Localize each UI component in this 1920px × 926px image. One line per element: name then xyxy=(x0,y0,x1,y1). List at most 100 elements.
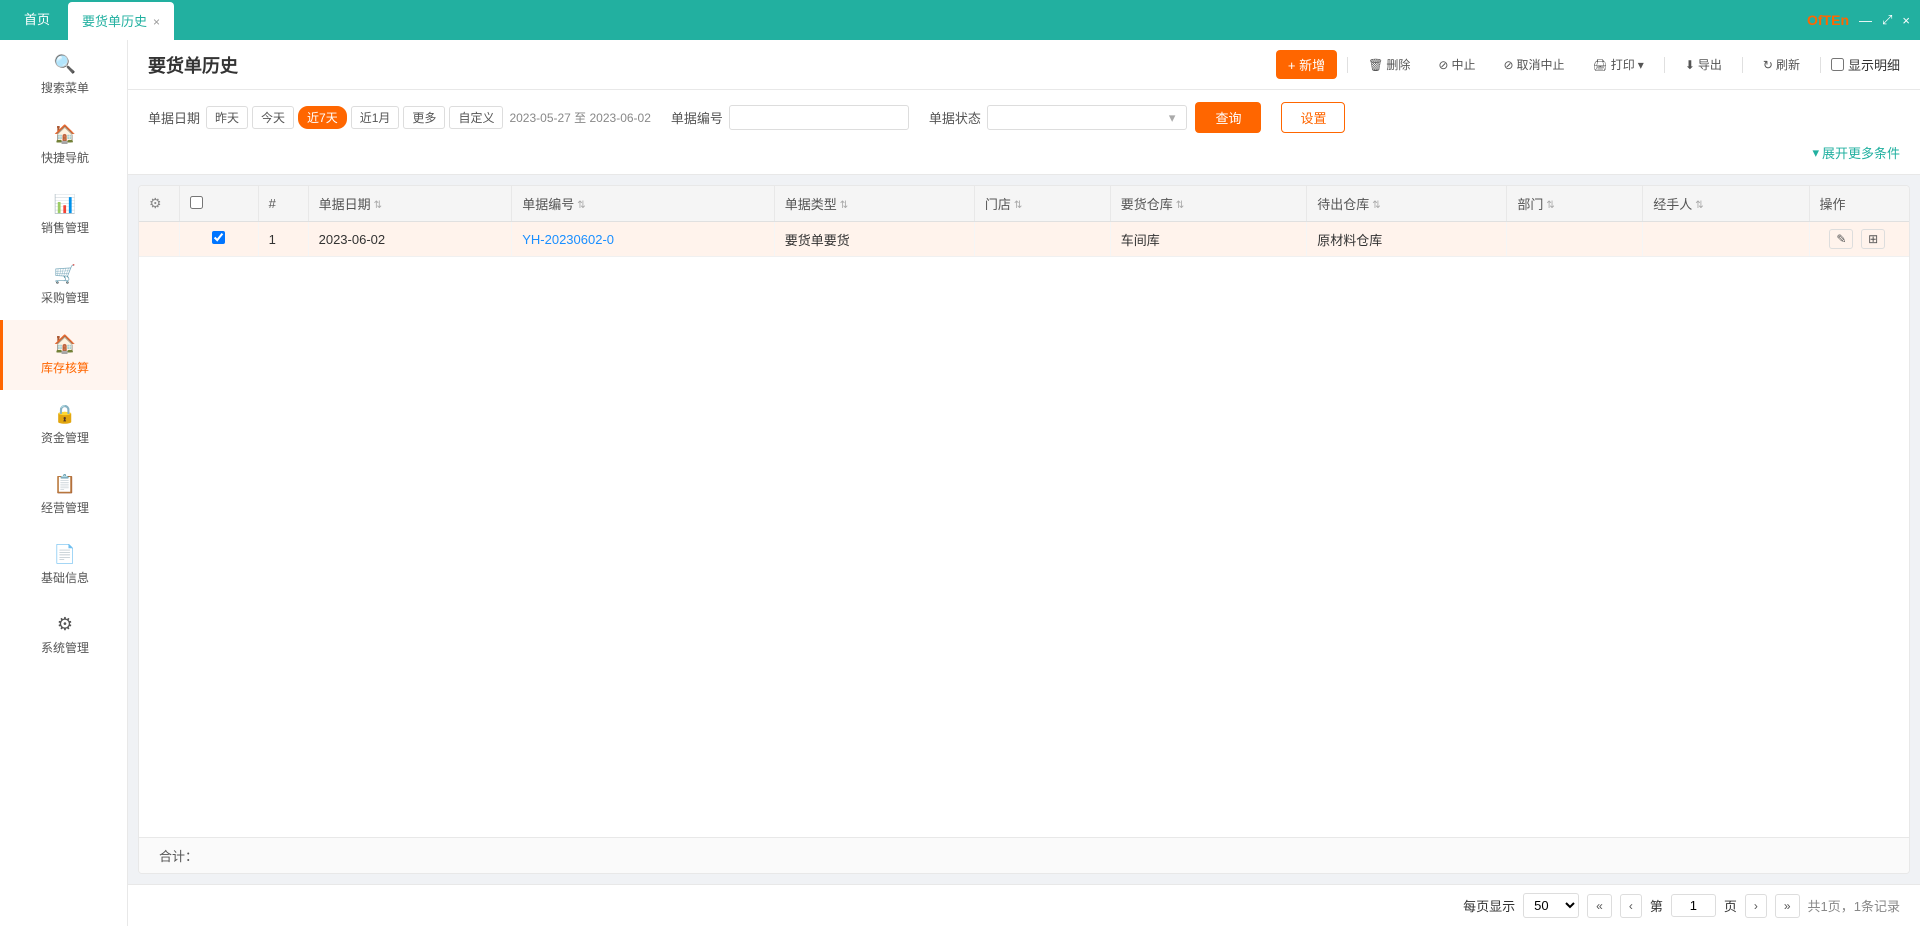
window-minimize-icon[interactable]: — xyxy=(1859,13,1872,28)
sidebar-item-finance-mgmt[interactable]: 🔒 资金管理 xyxy=(0,390,127,460)
sidebar-item-sales-mgmt[interactable]: 📊 销售管理 xyxy=(0,180,127,250)
show-detail-checkbox[interactable] xyxy=(1831,58,1844,71)
th-req-warehouse[interactable]: 要货仓库⇅ xyxy=(1110,186,1306,222)
inventory-accounting-icon: 🏠 xyxy=(54,334,76,355)
row-req-warehouse-cell: 车间库 xyxy=(1110,222,1306,257)
row-checkbox[interactable] xyxy=(212,231,225,244)
purchase-mgmt-icon: 🛒 xyxy=(54,264,76,285)
doc-status-filter-item: 单据状态 ▾ xyxy=(929,105,1176,130)
date-btn-last1month[interactable]: 近1月 xyxy=(351,106,400,129)
date-btn-custom[interactable]: 自定义 xyxy=(449,106,503,129)
summary-label: 合计： xyxy=(159,846,198,865)
sort-pending-warehouse-icon: ⇅ xyxy=(1372,200,1380,211)
expand-more-button[interactable]: ▾ 展开更多条件 xyxy=(1812,143,1900,162)
query-button[interactable]: 查询 xyxy=(1195,102,1261,133)
divider-4 xyxy=(1820,57,1821,73)
row-handler-cell xyxy=(1643,222,1809,257)
tab-home[interactable]: 首页 xyxy=(10,0,64,40)
total-info: 共1页，1条记录 xyxy=(1808,896,1900,915)
cancel-stop-icon: ⊘ xyxy=(1503,58,1513,72)
table-footer-summary: 合计： xyxy=(139,837,1909,873)
per-page-select[interactable]: 50 20 100 xyxy=(1523,893,1579,918)
sort-doc-number-icon: ⇅ xyxy=(577,200,585,211)
table-container: # 单据日期⇅ 单据编号⇅ 单据类型⇅ 门店⇅ 要货仓库⇅ 待出仓库⇅ 部门⇅ … xyxy=(138,185,1910,874)
row-pending-warehouse-cell: 原材料仓库 xyxy=(1307,222,1507,257)
print-button[interactable]: 🖨 打印 ▾ xyxy=(1583,51,1654,78)
th-store[interactable]: 门店⇅ xyxy=(974,186,1110,222)
print-icon: 🖨 xyxy=(1593,58,1608,72)
chevron-down-icon: ▾ xyxy=(1812,145,1819,161)
date-btn-yesterday[interactable]: 昨天 xyxy=(206,106,248,129)
new-button[interactable]: + 新增 xyxy=(1276,50,1337,79)
last-page-button[interactable]: » xyxy=(1775,894,1800,918)
row-store-cell xyxy=(974,222,1110,257)
window-restore-icon[interactable]: ⤢ xyxy=(1882,12,1892,28)
prev-page-button[interactable]: ‹ xyxy=(1620,894,1642,918)
row-doc-number-link[interactable]: YH-20230602-0 xyxy=(522,232,614,247)
window-close-icon[interactable]: × xyxy=(1902,13,1910,28)
sidebar-item-inventory-accounting[interactable]: 🏠 库存核算 xyxy=(0,320,127,390)
sort-req-warehouse-icon: ⇅ xyxy=(1176,200,1184,211)
sales-mgmt-icon: 📊 xyxy=(54,194,76,215)
current-page-input[interactable] xyxy=(1671,894,1716,917)
settings-button[interactable]: 设置 xyxy=(1281,102,1345,133)
row-doc-type-cell: 要货单要货 xyxy=(774,222,974,257)
tab-purchase-history[interactable]: 要货单历史 × xyxy=(68,2,174,42)
doc-number-label: 单据编号 xyxy=(671,108,723,127)
pagination-bar: 每页显示 50 20 100 « ‹ 第 页 › » 共1页，1条记录 xyxy=(128,884,1920,926)
delete-label: 删除 xyxy=(1386,56,1410,73)
th-pending-warehouse[interactable]: 待出仓库⇅ xyxy=(1307,186,1507,222)
row-department-cell xyxy=(1507,222,1643,257)
export-button[interactable]: ⬇ 导出 xyxy=(1675,51,1732,78)
th-doc-type[interactable]: 单据类型⇅ xyxy=(774,186,974,222)
doc-number-input[interactable] xyxy=(729,105,909,130)
refresh-icon: ↻ xyxy=(1763,58,1773,72)
stop-button[interactable]: ⊘ 中止 xyxy=(1428,51,1485,78)
table-row: 1 2023-06-02 YH-20230602-0 要货单要货 车间库 原材料… xyxy=(139,222,1909,257)
date-range-buttons: 昨天 今天 近7天 近1月 更多 自定义 xyxy=(206,106,503,129)
header-actions: + 新增 🗑 删除 ⊘ 中止 ⊘ 取消中止 🖨 打印 ▾ xyxy=(1276,50,1900,79)
th-doc-date[interactable]: 单据日期⇅ xyxy=(308,186,512,222)
date-filter-item: 单据日期 昨天 今天 近7天 近1月 更多 自定义 2023-05-27 至 2… xyxy=(148,106,651,129)
date-btn-last7days[interactable]: 近7天 xyxy=(298,106,347,129)
doc-status-input[interactable] xyxy=(987,105,1187,130)
divider-3 xyxy=(1742,57,1743,73)
sidebar-item-operations-mgmt[interactable]: 📋 经营管理 xyxy=(0,460,127,530)
tab-close-icon[interactable]: × xyxy=(153,2,160,42)
row-settings-cell xyxy=(139,222,179,257)
data-table: # 单据日期⇅ 单据编号⇅ 单据类型⇅ 门店⇅ 要货仓库⇅ 待出仓库⇅ 部门⇅ … xyxy=(139,186,1909,257)
sidebar-item-quick-nav[interactable]: 🏠 快捷导航 xyxy=(0,110,127,180)
sidebar-item-purchase-mgmt[interactable]: 🛒 采购管理 xyxy=(0,250,127,320)
th-doc-number[interactable]: 单据编号⇅ xyxy=(512,186,774,222)
th-settings[interactable] xyxy=(139,186,179,222)
row-detail-button[interactable]: ⊞ xyxy=(1861,229,1885,249)
doc-status-dropdown-icon[interactable]: ▾ xyxy=(1169,110,1176,126)
sort-doc-date-icon: ⇅ xyxy=(374,200,382,211)
th-actions: 操作 xyxy=(1809,186,1909,222)
th-num: # xyxy=(258,186,308,222)
th-handler[interactable]: 经手人⇅ xyxy=(1643,186,1809,222)
select-all-checkbox[interactable] xyxy=(190,196,203,209)
row-edit-button[interactable]: ✎ xyxy=(1829,229,1853,249)
delete-button[interactable]: 🗑 删除 xyxy=(1358,51,1420,78)
export-label: 导出 xyxy=(1698,56,1722,73)
next-page-button[interactable]: › xyxy=(1745,894,1767,918)
cancel-stop-label: 取消中止 xyxy=(1517,56,1565,73)
cancel-stop-button[interactable]: ⊘ 取消中止 xyxy=(1493,51,1574,78)
page-suffix: 页 xyxy=(1724,896,1737,915)
sidebar: 🔍 搜索菜单 🏠 快捷导航 📊 销售管理 🛒 采购管理 🏠 库存核算 🔒 资金管… xyxy=(0,40,128,926)
divider-2 xyxy=(1664,57,1665,73)
sidebar-item-basic-info[interactable]: 📄 基础信息 xyxy=(0,530,127,600)
date-btn-more[interactable]: 更多 xyxy=(403,106,445,129)
sidebar-item-system-mgmt[interactable]: ⚙ 系统管理 xyxy=(0,600,127,670)
first-page-button[interactable]: « xyxy=(1587,894,1612,918)
sidebar-item-search-menu[interactable]: 🔍 搜索菜单 xyxy=(0,40,127,110)
refresh-button[interactable]: ↻ 刷新 xyxy=(1753,51,1810,78)
th-department[interactable]: 部门⇅ xyxy=(1507,186,1643,222)
finance-mgmt-icon: 🔒 xyxy=(54,404,76,425)
doc-status-label: 单据状态 xyxy=(929,108,981,127)
show-detail-checkbox-wrapper[interactable]: 显示明细 xyxy=(1831,55,1900,74)
sidebar-item-label: 经营管理 xyxy=(41,499,89,516)
date-btn-today[interactable]: 今天 xyxy=(252,106,294,129)
row-checkbox-cell xyxy=(179,222,258,257)
